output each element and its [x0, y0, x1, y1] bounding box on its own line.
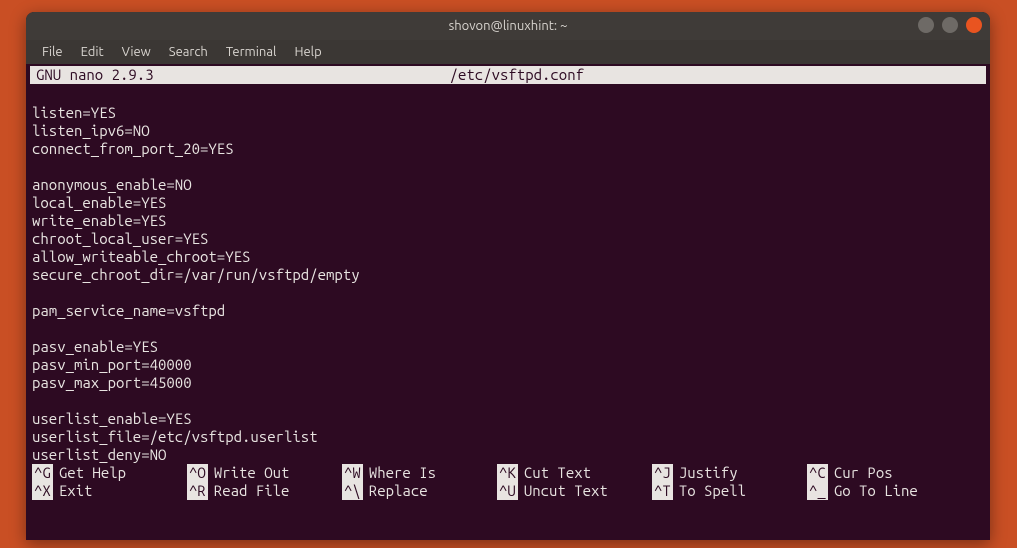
nano-content[interactable]: listen=YES listen_ipv6=NO connect_from_p…: [26, 84, 990, 464]
menu-terminal[interactable]: Terminal: [218, 43, 285, 61]
shortcut-key: ^O: [187, 464, 208, 482]
nano-header: GNU nano 2.9.3 /etc/vsftpd.conf: [30, 66, 986, 84]
shortcut-key: ^J: [652, 464, 673, 482]
shortcut: ^CCur Pos: [807, 464, 962, 482]
shortcut-key: ^T: [652, 482, 673, 500]
shortcut-label: Cut Text: [518, 464, 591, 482]
shortcut: ^_Go To Line: [807, 482, 962, 500]
menu-edit[interactable]: Edit: [73, 43, 112, 61]
shortcut-label: Cur Pos: [828, 464, 893, 482]
shortcut: ^TTo Spell: [652, 482, 807, 500]
shortcut-key: ^C: [807, 464, 828, 482]
shortcut-key: ^W: [342, 464, 363, 482]
shortcut-label: Justify: [673, 464, 738, 482]
shortcut-label: Get Help: [53, 464, 126, 482]
shortcut: ^KCut Text: [497, 464, 652, 482]
shortcut-key: ^_: [807, 482, 828, 500]
shortcut-label: Exit: [53, 482, 93, 500]
menu-file[interactable]: File: [34, 43, 71, 61]
close-button[interactable]: [966, 17, 982, 33]
shortcut-label: Uncut Text: [518, 482, 608, 500]
shortcut: ^WWhere Is: [342, 464, 497, 482]
shortcut-label: Read File: [208, 482, 290, 500]
shortcut-key: ^G: [32, 464, 53, 482]
window-title: shovon@linuxhint: ~: [449, 19, 568, 33]
menu-help[interactable]: Help: [286, 43, 329, 61]
shortcut-key: ^X: [32, 482, 53, 500]
shortcut-label: Go To Line: [828, 482, 918, 500]
menu-view[interactable]: View: [114, 43, 159, 61]
nano-shortcuts: ^GGet Help^OWrite Out^WWhere Is^KCut Tex…: [26, 464, 990, 504]
shortcut-label: Replace: [363, 482, 428, 500]
shortcut-label: Where Is: [363, 464, 436, 482]
shortcut-key: ^\: [342, 482, 363, 500]
nano-filename: /etc/vsftpd.conf: [54, 66, 980, 84]
shortcut-key: ^K: [497, 464, 518, 482]
shortcut-key: ^R: [187, 482, 208, 500]
terminal-area[interactable]: GNU nano 2.9.3 /etc/vsftpd.conf listen=Y…: [26, 64, 990, 540]
shortcut: ^\Replace: [342, 482, 497, 500]
shortcut-label: Write Out: [208, 464, 290, 482]
shortcut: ^OWrite Out: [187, 464, 342, 482]
menubar: File Edit View Search Terminal Help: [26, 40, 990, 64]
shortcut: ^XExit: [32, 482, 187, 500]
shortcut: ^RRead File: [187, 482, 342, 500]
menu-search[interactable]: Search: [161, 43, 216, 61]
maximize-button[interactable]: [942, 17, 958, 33]
shortcut-label: To Spell: [673, 482, 746, 500]
terminal-window: shovon@linuxhint: ~ File Edit View Searc…: [26, 12, 990, 540]
minimize-button[interactable]: [918, 17, 934, 33]
shortcut: ^GGet Help: [32, 464, 187, 482]
window-titlebar: shovon@linuxhint: ~: [26, 12, 990, 40]
shortcut: ^JJustify: [652, 464, 807, 482]
window-controls: [918, 17, 982, 33]
shortcut: ^UUncut Text: [497, 482, 652, 500]
shortcut-key: ^U: [497, 482, 518, 500]
